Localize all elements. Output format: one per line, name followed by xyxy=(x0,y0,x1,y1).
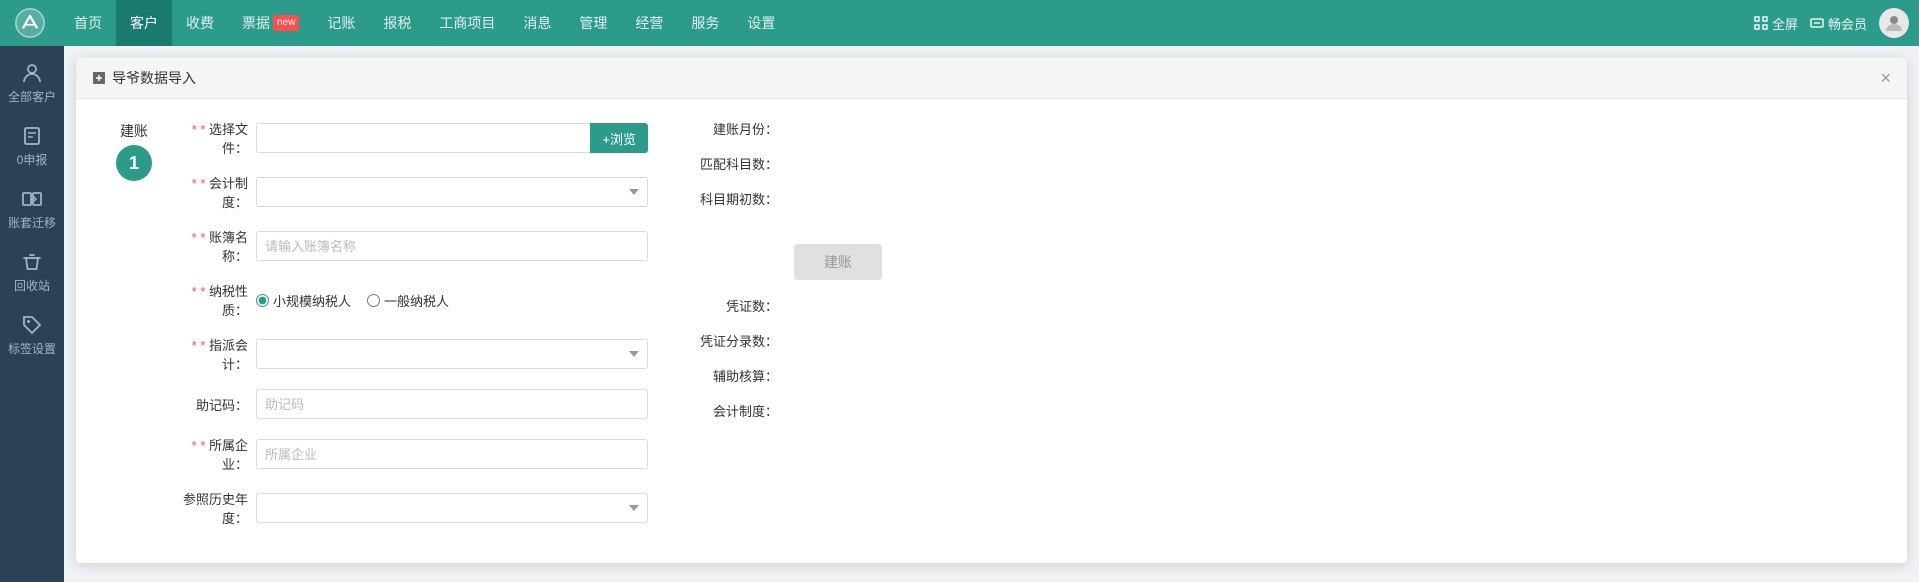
close-button[interactable]: × xyxy=(1880,69,1891,87)
nav-right: 全屏 畅会员 xyxy=(1754,8,1909,38)
accounting-label: * 会计制度： xyxy=(168,173,248,211)
layout: 全部客户 0申报 账套迁移 回收站 标签设置 导爷数据导入 × xyxy=(0,46,1919,582)
logo xyxy=(10,3,50,43)
company-input[interactable] xyxy=(256,439,648,469)
dialog-header: 导爷数据导入 × xyxy=(76,58,1907,99)
match-label: 匹配科目数： xyxy=(688,154,778,173)
history-row: 参照历史年度： xyxy=(168,489,648,527)
history-label: 参照历史年度： xyxy=(168,489,248,527)
nav-item-messages[interactable]: 消息 xyxy=(509,0,565,46)
voucher-records-row: 凭证分录数： xyxy=(688,331,988,350)
member-btn[interactable]: 畅会员 xyxy=(1810,14,1867,33)
main-content: 导爷数据导入 × 建账 1 * 选择文件： xyxy=(64,46,1919,582)
dialog: 导爷数据导入 × 建账 1 * 选择文件： xyxy=(76,58,1907,563)
voucher-row: 凭证数： xyxy=(688,296,988,315)
sidebar-item-label: 账套迁移 xyxy=(8,214,56,231)
step-circle: 1 xyxy=(116,145,152,181)
voucher-label: 凭证数： xyxy=(688,296,778,315)
dialog-body: 建账 1 * 选择文件： +浏览 xyxy=(76,99,1907,563)
sidebar-item-label: 标签设置 xyxy=(8,340,56,357)
sidebar-item-label: 0申报 xyxy=(17,151,48,168)
company-row: * 所属企业： xyxy=(168,435,648,473)
member-label: 畅会员 xyxy=(1828,14,1867,33)
sidebar-item-all-customers[interactable]: 全部客户 xyxy=(2,54,62,113)
file-input-group: +浏览 xyxy=(256,123,648,153)
step-label: 建账 xyxy=(120,121,148,141)
fullscreen-label: 全屏 xyxy=(1772,14,1798,33)
dialog-title: 导爷数据导入 xyxy=(92,68,196,88)
fullscreen-btn[interactable]: 全屏 xyxy=(1754,14,1798,33)
tax-row: * 纳税性质： 小规模纳税人 一般纳税人 xyxy=(168,281,648,319)
sidebar-item-label: 全部客户 xyxy=(8,88,56,105)
sidebar-item-tags[interactable]: 标签设置 xyxy=(2,306,62,365)
history-select-wrapper xyxy=(256,493,648,523)
tax-label: * 纳税性质： xyxy=(168,281,248,319)
sidebar-item-zero-declaration[interactable]: 0申报 xyxy=(2,117,62,176)
top-nav: 首页 客户 收费 票据 new 记账 报税 工商项目 消息 管理 经营 服务 设… xyxy=(0,0,1919,46)
new-badge: new xyxy=(273,15,299,31)
nav-item-invoices[interactable]: 票据 new xyxy=(228,0,313,46)
nav-item-tax[interactable]: 报税 xyxy=(369,0,425,46)
accounting-select-wrapper xyxy=(256,177,648,207)
file-row: * 选择文件： +浏览 xyxy=(168,119,648,157)
nav-item-business[interactable]: 工商项目 xyxy=(425,0,509,46)
company-label: * 所属企业： xyxy=(168,435,248,473)
nav-item-home[interactable]: 首页 xyxy=(60,0,116,46)
memo-row: 助记码： xyxy=(168,389,648,419)
accountant-select-wrapper xyxy=(256,339,648,369)
file-input[interactable] xyxy=(256,123,590,153)
tax-general-label: 一般纳税人 xyxy=(384,291,449,310)
match-row: 匹配科目数： xyxy=(688,154,988,173)
nav-item-settings[interactable]: 设置 xyxy=(733,0,789,46)
accounting-select[interactable] xyxy=(256,177,648,207)
sidebar-item-label: 回收站 xyxy=(14,277,50,294)
nav-item-services[interactable]: 服务 xyxy=(677,0,733,46)
accountant-row: * 指派会计： xyxy=(168,335,648,373)
avatar[interactable] xyxy=(1879,8,1909,38)
dialog-title-text: 导爷数据导入 xyxy=(112,68,196,88)
tax-general-radio[interactable]: 一般纳税人 xyxy=(367,291,449,310)
initial-row: 科目期初数： xyxy=(688,189,988,208)
nav-item-operations[interactable]: 经营 xyxy=(621,0,677,46)
accounting-row: * 会计制度： xyxy=(168,173,648,211)
ledger-input[interactable] xyxy=(256,231,648,261)
tax-radio-group: 小规模纳税人 一般纳税人 xyxy=(256,291,648,310)
auxiliary-label: 辅助核算： xyxy=(688,366,778,385)
history-select[interactable] xyxy=(256,493,648,523)
auxiliary-row: 辅助核算： xyxy=(688,366,988,385)
memo-input[interactable] xyxy=(256,389,648,419)
initial-label: 科目期初数： xyxy=(688,189,778,208)
build-button[interactable]: 建账 xyxy=(794,244,882,280)
voucher-records-label: 凭证分录数： xyxy=(688,331,778,350)
sidebar: 全部客户 0申报 账套迁移 回收站 标签设置 xyxy=(0,46,64,582)
memo-label: 助记码： xyxy=(168,395,248,414)
month-label: 建账月份： xyxy=(688,119,778,138)
nav-item-fees[interactable]: 收费 xyxy=(172,0,228,46)
nav-item-customers[interactable]: 客户 xyxy=(116,0,172,46)
sidebar-item-migration[interactable]: 账套迁移 xyxy=(2,180,62,239)
tax-small-label: 小规模纳税人 xyxy=(273,291,351,310)
accounting-system-row: 会计制度： xyxy=(688,401,988,420)
ledger-row: * 账簿名称： xyxy=(168,227,648,265)
nav-items: 首页 客户 收费 票据 new 记账 报税 工商项目 消息 管理 经营 服务 设… xyxy=(60,0,1754,46)
sidebar-item-recycle[interactable]: 回收站 xyxy=(2,243,62,302)
form-left: * 选择文件： +浏览 * 会计制度： xyxy=(168,119,648,543)
nav-item-bookkeeping[interactable]: 记账 xyxy=(313,0,369,46)
nav-item-management[interactable]: 管理 xyxy=(565,0,621,46)
ledger-label: * 账簿名称： xyxy=(168,227,248,265)
browse-button[interactable]: +浏览 xyxy=(590,123,648,153)
accountant-select[interactable] xyxy=(256,339,648,369)
accounting-system-label: 会计制度： xyxy=(688,401,778,420)
step-indicator: 建账 1 xyxy=(116,119,152,181)
month-row: 建账月份： xyxy=(688,119,988,138)
accountant-label: * 指派会计： xyxy=(168,335,248,373)
tax-small-radio[interactable]: 小规模纳税人 xyxy=(256,291,351,310)
file-label: * 选择文件： xyxy=(168,119,248,157)
form-right: 建账月份： 匹配科目数： 科目期初数： 建账 xyxy=(648,119,988,543)
